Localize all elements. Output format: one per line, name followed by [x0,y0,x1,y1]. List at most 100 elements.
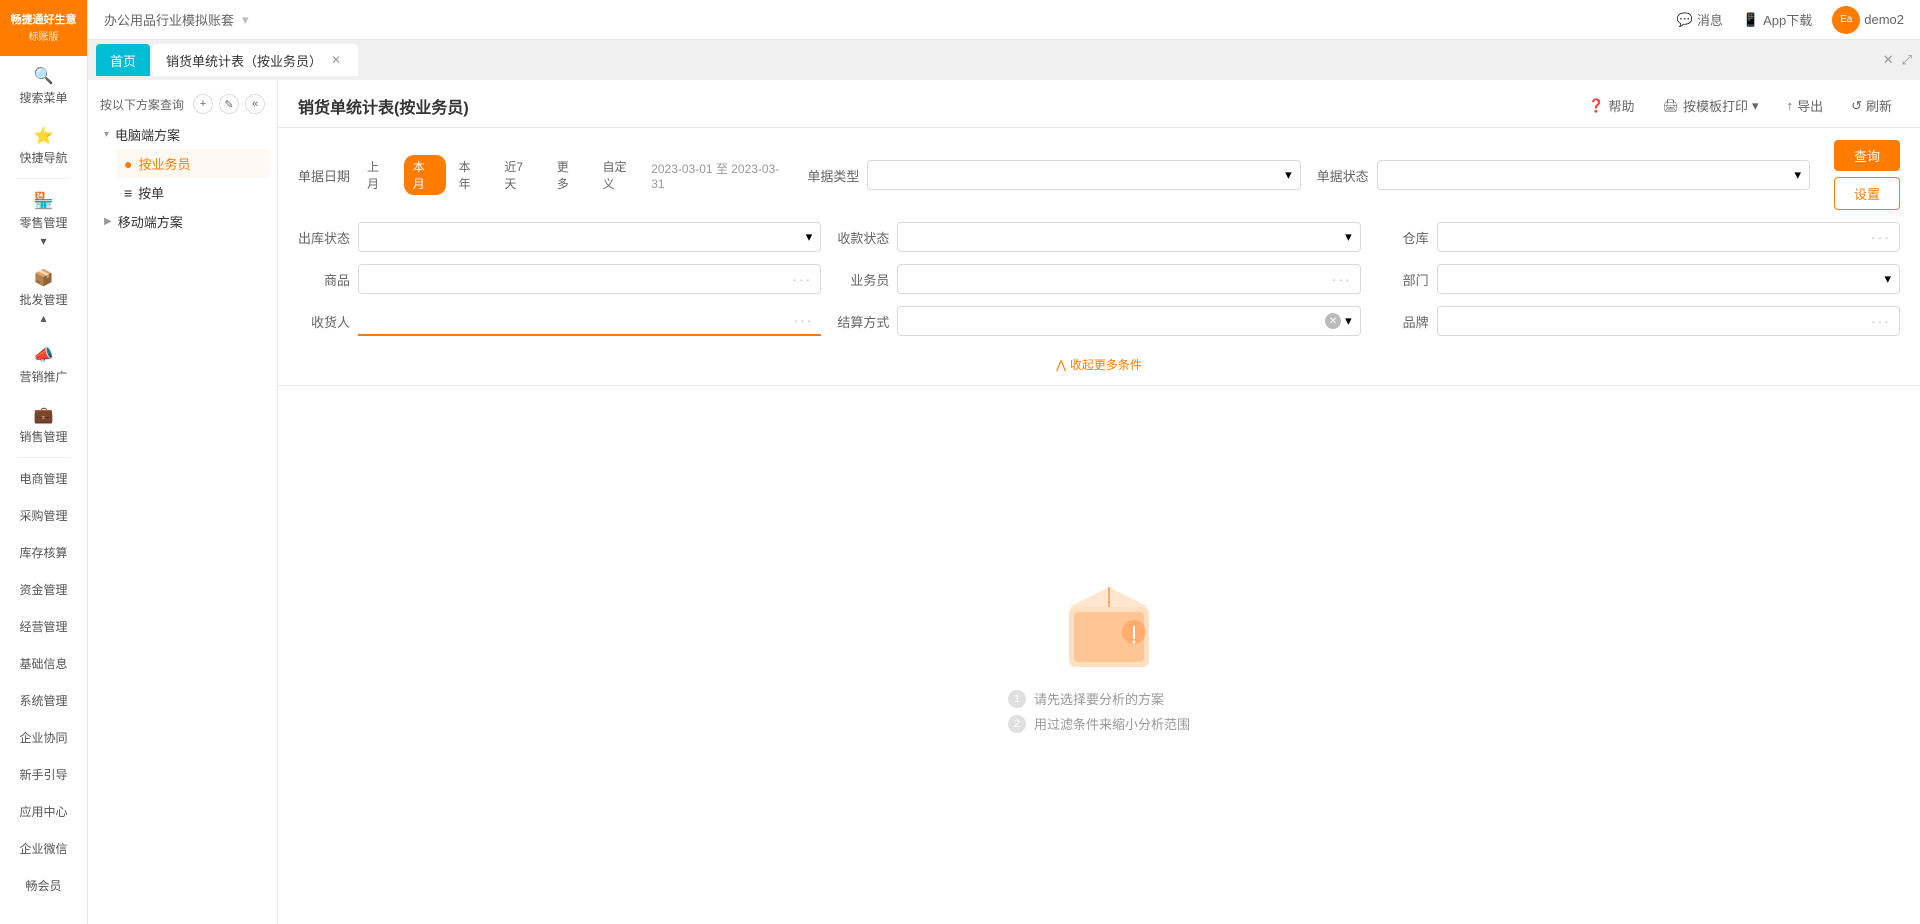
query-button[interactable]: 查询 [1834,140,1900,171]
collapse-panel-btn[interactable]: « [245,94,265,114]
collapse-btn[interactable]: ⋀ 收起更多条件 [1056,356,1142,373]
tree-arrow-mobile: ▶ [104,216,112,227]
maximize-icon[interactable]: ⤢ [1902,52,1912,68]
sidebar-item-member[interactable]: 畅会员 [0,867,87,904]
filter-settlement: 结算方式 ✕ ▾ [837,306,1360,336]
sidebar-item-newbie[interactable]: 新手引导 [0,756,87,793]
salesperson-input[interactable]: ··· [897,264,1360,294]
tab-sales-report-label: 销货单统计表（按业务员） [166,51,322,70]
sidebar-item-wholesale[interactable]: 📦 批发管理 ▴ [0,258,87,335]
warehouse-input[interactable]: ··· [1437,222,1900,252]
print-btn[interactable]: 🖨 按模板打印 ▾ [1655,92,1767,119]
tree-mobile-section[interactable]: ▶ 移动端方案 [96,207,269,236]
goods-dots[interactable]: ··· [792,271,812,287]
filter-receiver: 收货人 ··· [298,306,821,336]
sidebar-item-system[interactable]: 系统管理 [0,682,87,719]
user-area[interactable]: Ea demo2 [1832,6,1904,34]
refresh-label: 刷新 [1866,96,1892,115]
date-btn-this-year[interactable]: 本年 [450,155,492,195]
sidebar-item-sales[interactable]: 💼 销售管理 [0,395,87,455]
message-btn[interactable]: 💬 消息 [1677,10,1723,29]
receive-status-input[interactable]: ▾ [897,222,1360,252]
receiver-dots[interactable]: ··· [793,312,813,328]
date-btn-more[interactable]: 更多 [548,155,590,195]
settlement-arrow: ▾ [1345,313,1352,329]
app-download-btn[interactable]: 📱 App下载 [1743,10,1812,29]
date-btn-this-month[interactable]: 本月 [404,155,446,195]
sidebar-item-shortcut[interactable]: ⭐ 快捷导航 [0,116,87,176]
receiver-input[interactable]: ··· [358,306,821,336]
refresh-btn[interactable]: ↺ 刷新 [1843,92,1900,119]
doc-type-label: 单据类型 [807,166,859,185]
sidebar-label-operation: 经营管理 [19,618,67,635]
page-title: 销货单统计表(按业务员) [298,94,469,118]
main-area: 办公用品行业模拟账套 ▾ 💬 消息 📱 App下载 Ea demo2 首页 [88,0,1920,924]
sidebar-item-purchase[interactable]: 采购管理 [0,497,87,534]
edit-scheme-btn[interactable]: ✎ [219,94,239,114]
out-status-label: 出库状态 [298,228,350,247]
empty-hint-2: 2 用过滤条件来缩小分析范围 [1008,714,1190,733]
header-right: 💬 消息 📱 App下载 Ea demo2 [1677,6,1904,34]
filter-goods: 商品 ··· [298,264,821,294]
star-icon: ⭐ [34,126,54,146]
warehouse-dots[interactable]: ··· [1871,229,1891,245]
doc-type-input[interactable]: ▾ [867,160,1300,190]
sidebar-item-appstore[interactable]: 应用中心 [0,793,87,830]
page-actions: ❓ 帮助 🖨 按模板打印 ▾ ↑ 导出 ↺ 刷新 [1580,92,1900,119]
app-download-label: App下载 [1763,10,1812,29]
filter-area: 单据日期 上月 本月 本年 近7天 更多 自定义 2023-03-01 至 20… [278,128,1920,386]
tree-item-by-salesperson[interactable]: ● 按业务员 [116,149,269,178]
settlement-clear-btn[interactable]: ✕ [1325,313,1341,329]
salesperson-dots[interactable]: ··· [1332,271,1352,287]
order-icon: ≡ [124,185,132,201]
date-label: 单据日期 [298,166,350,185]
tab-home[interactable]: 首页 [96,44,150,76]
brand-input[interactable]: ··· [1437,306,1900,336]
sidebar-item-finance[interactable]: 资金管理 [0,571,87,608]
close-window-icon[interactable]: ✕ [1883,52,1894,68]
out-status-input[interactable]: ▾ [358,222,821,252]
sidebar-label-ecommerce: 电商管理 [19,470,67,487]
export-btn[interactable]: ↑ 导出 [1779,92,1832,119]
top-header: 办公用品行业模拟账套 ▾ 💬 消息 📱 App下载 Ea demo2 [88,0,1920,40]
filter-salesperson: 业务员 ··· [837,264,1360,294]
logo-sub: 标账版 [29,28,59,43]
avatar: Ea [1832,6,1860,34]
data-area: 1 请先选择要分析的方案 2 用过滤条件来缩小分析范围 [278,386,1920,924]
sidebar-item-ecommerce[interactable]: 电商管理 [0,460,87,497]
goods-input[interactable]: ··· [358,264,821,294]
receive-status-label: 收款状态 [837,228,889,247]
tree-section: ▾ 电脑端方案 ● 按业务员 ≡ 按单 ▶ 移动端方案 [88,120,277,236]
wholesale-icon: 📦 [34,268,54,288]
settings-button[interactable]: 设置 [1834,177,1900,210]
help-btn[interactable]: ❓ 帮助 [1580,92,1642,119]
sidebar-label-newbie: 新手引导 [19,766,67,783]
tree-desktop-section[interactable]: ▾ 电脑端方案 [96,120,269,149]
sidebar-item-retail[interactable]: 🏪 零售管理 ▾ [0,181,87,258]
doc-status-input[interactable]: ▾ [1377,160,1810,190]
tab-sales-report[interactable]: 销货单统计表（按业务员） ✕ [152,44,358,76]
sidebar-label-enterprise: 企业协同 [19,729,67,746]
settlement-input[interactable]: ✕ ▾ [897,306,1360,336]
sidebar-item-inventory[interactable]: 库存核算 [0,534,87,571]
left-panel-title: 按以下方案查询 [100,96,184,113]
print-label: 按模板打印 [1683,96,1748,115]
date-btn-custom[interactable]: 自定义 [594,155,648,195]
add-scheme-btn[interactable]: + [193,94,213,114]
sidebar-label-wholesale: 批发管理 [19,291,67,308]
date-btn-7days[interactable]: 近7天 [495,155,543,195]
search-icon: 🔍 [34,66,54,86]
sidebar-item-wechat[interactable]: 企业微信 [0,830,87,867]
sidebar-label-wechat: 企业微信 [19,840,67,857]
tree-item-by-order[interactable]: ≡ 按单 [116,178,269,207]
top-title-dropdown[interactable]: ▾ [242,12,249,28]
brand-dots[interactable]: ··· [1871,313,1891,329]
sidebar-item-marketing[interactable]: 📣 营销推广 [0,335,87,395]
sidebar-item-basic[interactable]: 基础信息 [0,645,87,682]
sidebar-item-enterprise[interactable]: 企业协同 [0,719,87,756]
tab-close-icon[interactable]: ✕ [328,52,344,68]
sidebar-item-search[interactable]: 🔍 搜索菜单 [0,56,87,116]
date-btn-last-month[interactable]: 上月 [358,155,400,195]
sidebar-item-operation[interactable]: 经营管理 [0,608,87,645]
department-input[interactable]: ▾ [1437,264,1900,294]
